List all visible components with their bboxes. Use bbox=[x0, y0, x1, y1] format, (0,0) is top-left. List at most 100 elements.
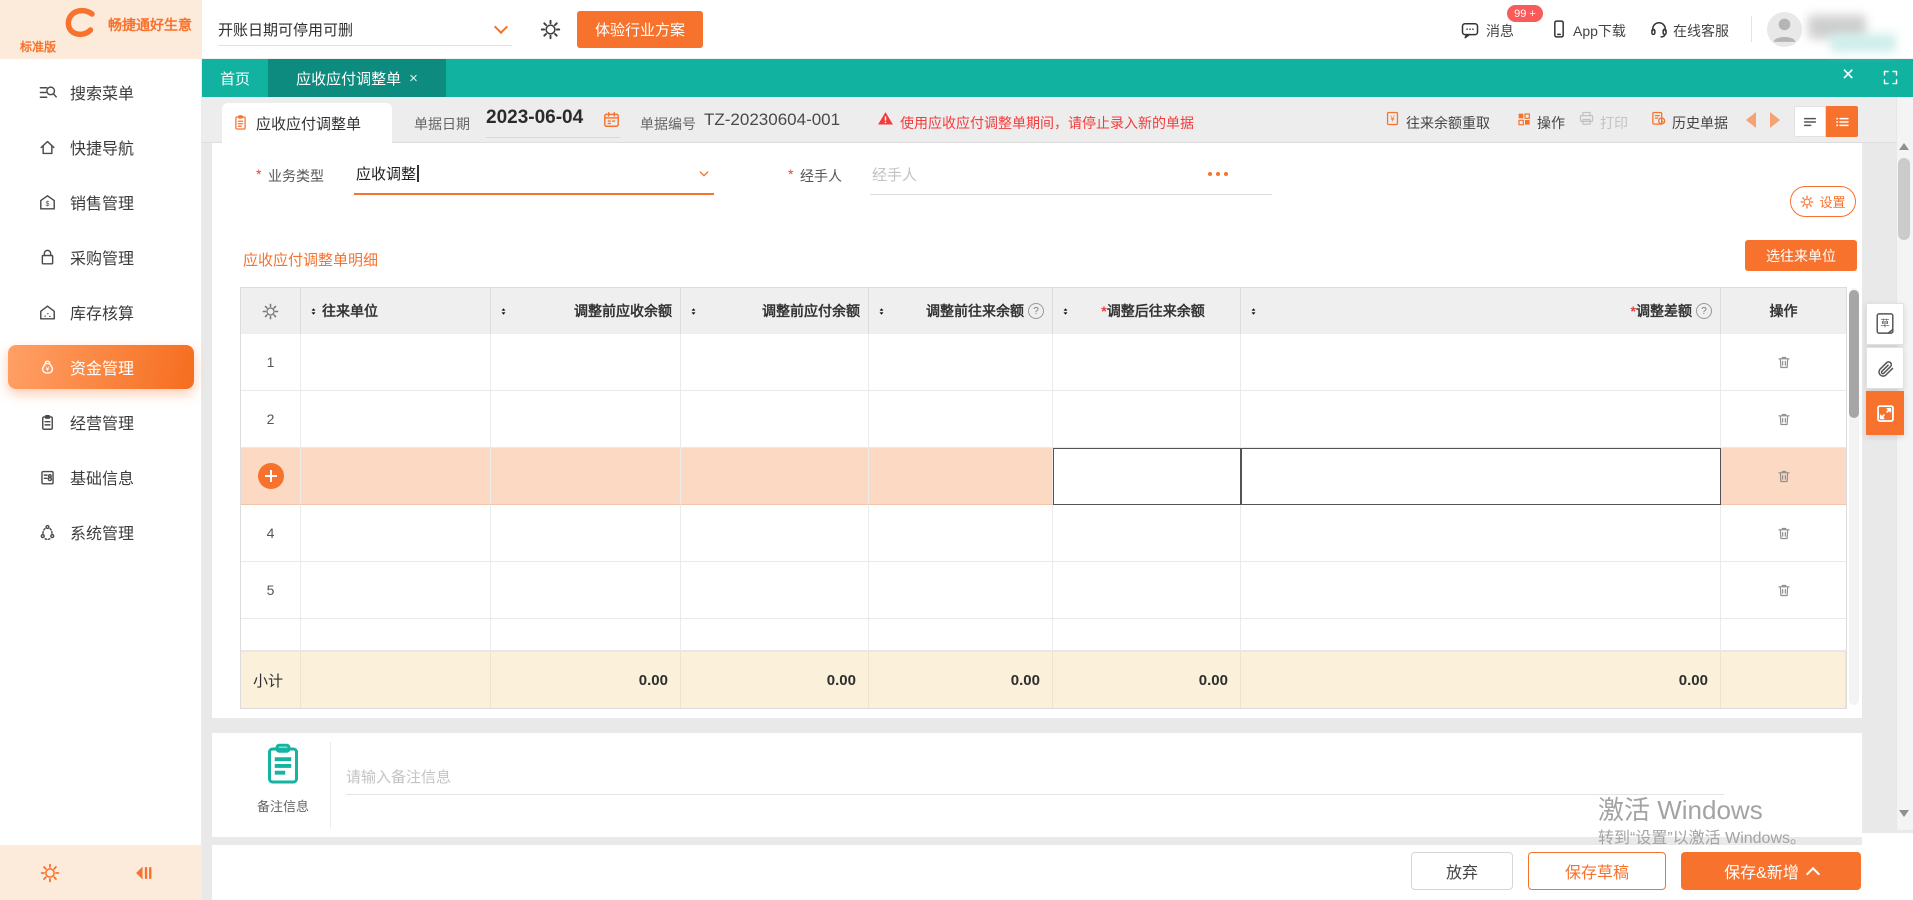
header-diff[interactable]: * 调整差额? bbox=[1241, 288, 1721, 334]
table-scrollbar-thumb[interactable] bbox=[1849, 290, 1859, 418]
money-bag-icon bbox=[38, 358, 57, 377]
calendar-icon[interactable] bbox=[602, 110, 621, 129]
table-row-5: 5 bbox=[241, 562, 1846, 619]
account-period-dropdown[interactable]: 开账日期可停用可删 bbox=[218, 19, 353, 40]
remark-label: 备注信息 bbox=[256, 799, 309, 814]
tab-adjustment-doc[interactable]: 应收应付调整单 × bbox=[268, 59, 446, 97]
sidebar-item-quick-nav[interactable]: 快捷导航 bbox=[0, 127, 202, 167]
app-download-icon[interactable] bbox=[1549, 19, 1569, 39]
sort-icon[interactable] bbox=[689, 305, 698, 318]
messages-label[interactable]: 消息 bbox=[1486, 21, 1514, 41]
trial-solution-button[interactable]: 体验行业方案 bbox=[577, 11, 703, 48]
post-balance-edit-cell[interactable] bbox=[1053, 448, 1241, 505]
prev-doc-icon[interactable] bbox=[1746, 112, 1756, 128]
fullscreen-icon[interactable] bbox=[1882, 69, 1899, 86]
messages-icon[interactable] bbox=[1460, 20, 1480, 40]
cell-partner[interactable] bbox=[301, 334, 491, 391]
sort-icon[interactable] bbox=[309, 305, 318, 318]
sidebar-item-search-menu[interactable]: 搜索菜单 bbox=[0, 72, 202, 112]
sort-icon[interactable] bbox=[877, 305, 886, 318]
cell-partner[interactable] bbox=[301, 391, 491, 448]
divider bbox=[330, 742, 331, 828]
remark-input-placeholder[interactable]: 请输入备注信息 bbox=[346, 766, 451, 787]
cell-partner[interactable] bbox=[301, 562, 491, 619]
add-row-button[interactable] bbox=[257, 463, 284, 489]
delete-row-icon[interactable] bbox=[1776, 582, 1792, 599]
date-value[interactable]: 2023-06-04 bbox=[486, 107, 583, 129]
window-scrollbar-thumb[interactable] bbox=[1898, 158, 1910, 240]
document-title: 应收应付调整单 bbox=[256, 115, 362, 133]
diff-edit-cell[interactable] bbox=[1241, 448, 1721, 505]
scroll-up-icon[interactable] bbox=[1899, 138, 1909, 150]
cell-partner[interactable] bbox=[301, 505, 491, 562]
actions-button[interactable]: 操作 bbox=[1537, 113, 1565, 133]
brand-logo-icon bbox=[60, 6, 102, 44]
sidebar-item-purchase[interactable]: 采购管理 bbox=[0, 237, 202, 277]
delete-row-icon[interactable] bbox=[1776, 468, 1792, 485]
biz-type-chevron-icon[interactable] bbox=[697, 167, 711, 181]
sort-icon[interactable] bbox=[499, 305, 508, 318]
sort-icon[interactable] bbox=[1061, 305, 1070, 318]
sidebar-item-system[interactable]: 系统管理 bbox=[0, 512, 202, 552]
header-partner[interactable]: 往来单位 bbox=[301, 288, 491, 334]
help-icon[interactable]: ? bbox=[1696, 303, 1712, 319]
delete-row-icon[interactable] bbox=[1776, 525, 1792, 542]
gear-icon[interactable] bbox=[540, 19, 561, 40]
subtotal-post-balance: 0.00 bbox=[1053, 652, 1241, 708]
biz-type-field[interactable]: 应收调整 bbox=[356, 163, 420, 184]
settings-gear-icon[interactable] bbox=[40, 863, 60, 883]
sidebar-item-inventory[interactable]: 库存核算 bbox=[0, 292, 202, 332]
avatar[interactable] bbox=[1767, 12, 1802, 47]
sidebar-item-sales[interactable]: 销售管理 bbox=[0, 182, 202, 222]
actions-grid-icon[interactable] bbox=[1516, 111, 1532, 127]
date-label: 单据日期 bbox=[414, 116, 470, 132]
draft-box-button[interactable]: 草 bbox=[1866, 303, 1904, 345]
handler-field-placeholder[interactable]: 经手人 bbox=[872, 164, 917, 185]
header-pre-balance[interactable]: 调整前往来余额? bbox=[869, 288, 1053, 334]
date-underline bbox=[486, 137, 620, 138]
next-doc-icon[interactable] bbox=[1770, 112, 1780, 128]
header-pre-payable[interactable]: 调整前应付余额 bbox=[681, 288, 869, 334]
attachment-button[interactable] bbox=[1866, 347, 1904, 389]
sidebar-item-operations[interactable]: 经营管理 bbox=[0, 402, 202, 442]
select-partner-button[interactable]: 选往来单位 bbox=[1745, 240, 1857, 271]
clipboard-icon bbox=[38, 413, 57, 432]
sort-icon[interactable] bbox=[1249, 305, 1258, 318]
settings-button[interactable]: 设置 bbox=[1790, 186, 1856, 217]
required-mark: * bbox=[256, 166, 262, 182]
cell-partner[interactable] bbox=[301, 448, 491, 505]
header-post-balance[interactable]: * 调整后往来余额 bbox=[1053, 288, 1241, 334]
chevron-down-icon[interactable] bbox=[493, 19, 509, 35]
support-label[interactable]: 在线客服 bbox=[1673, 21, 1729, 41]
delete-row-icon[interactable] bbox=[1776, 411, 1792, 428]
view-list-toggle[interactable] bbox=[1794, 106, 1826, 137]
sidebar-item-funds[interactable]: 资金管理 bbox=[8, 345, 194, 389]
expand-panel-button[interactable] bbox=[1866, 391, 1904, 435]
corner-fill bbox=[1862, 833, 1913, 900]
balance-refetch-button[interactable]: 往来余额重取 bbox=[1406, 113, 1490, 133]
column-settings-cell[interactable] bbox=[241, 288, 301, 334]
collapse-sidebar-icon[interactable] bbox=[132, 862, 154, 884]
view-detail-toggle-active[interactable] bbox=[1826, 106, 1858, 137]
app-download-label[interactable]: App下载 bbox=[1573, 21, 1626, 41]
history-icon[interactable] bbox=[1650, 110, 1667, 127]
delete-row-icon[interactable] bbox=[1776, 354, 1792, 371]
scroll-down-icon[interactable] bbox=[1899, 810, 1909, 822]
handler-picker-dots-icon[interactable] bbox=[1208, 172, 1228, 176]
save-draft-button[interactable]: 保存草稿 bbox=[1528, 852, 1666, 890]
logo-area: 畅捷通好生意 标准版 bbox=[0, 0, 202, 59]
search-menu-icon bbox=[38, 83, 57, 102]
detail-section-title: 应收应付调整单明细 bbox=[243, 252, 379, 269]
tab-home[interactable]: 首页 bbox=[202, 59, 268, 97]
help-icon[interactable]: ? bbox=[1028, 303, 1044, 319]
close-all-icon[interactable]: × bbox=[1842, 63, 1854, 87]
support-icon[interactable] bbox=[1649, 19, 1669, 39]
close-tab-icon[interactable]: × bbox=[409, 70, 418, 87]
header-pre-receivable[interactable]: 调整前应收余额 bbox=[491, 288, 681, 334]
history-button[interactable]: 历史单据 bbox=[1672, 113, 1728, 133]
cancel-button[interactable]: 放弃 bbox=[1411, 852, 1513, 890]
sidebar-item-basic-info[interactable]: 基础信息 bbox=[0, 457, 202, 497]
balance-refetch-icon[interactable] bbox=[1384, 110, 1401, 127]
save-and-new-button[interactable]: 保存&新增 bbox=[1681, 852, 1861, 890]
header-actions: 操作 bbox=[1769, 303, 1798, 319]
